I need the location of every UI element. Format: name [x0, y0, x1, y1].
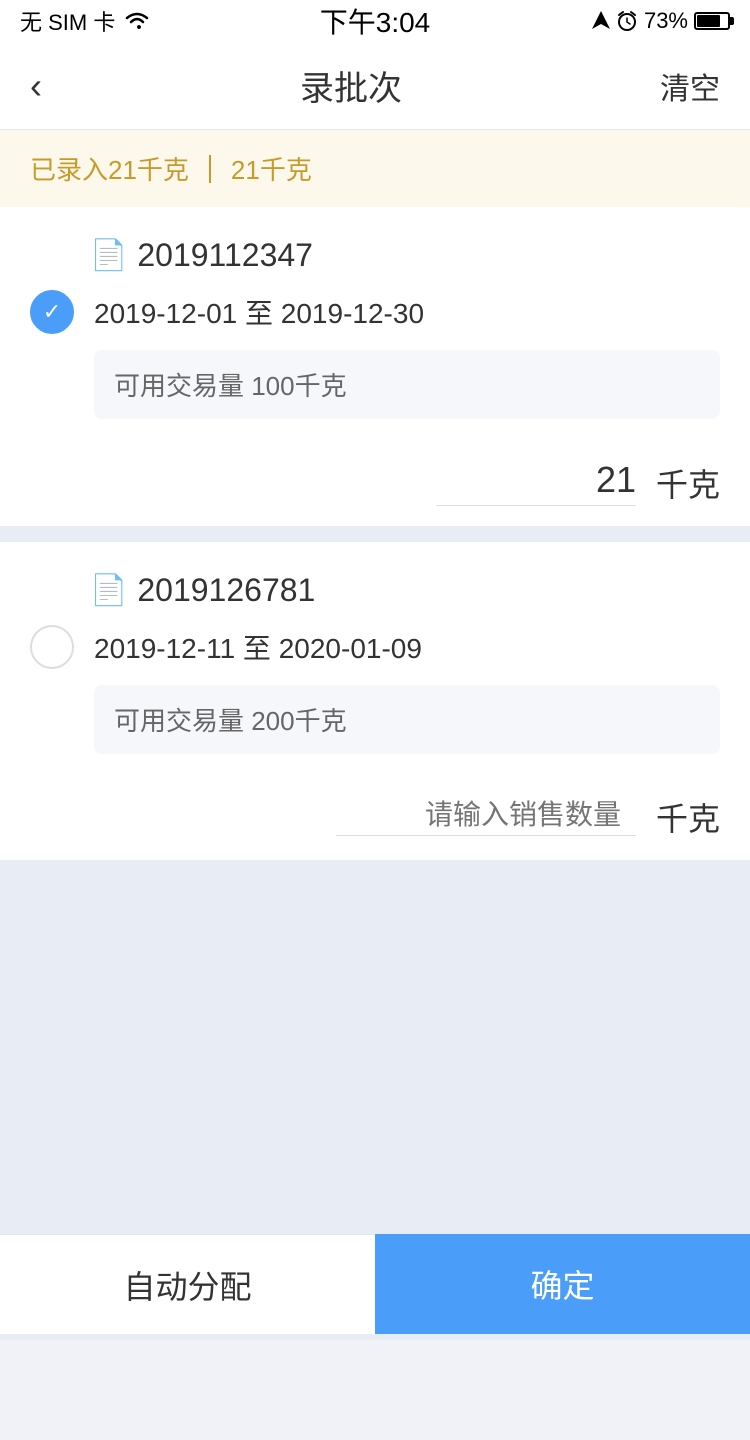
batch-radio-1[interactable]: ✓: [30, 290, 74, 334]
clear-button[interactable]: 清空: [660, 64, 720, 108]
amount-value-1: 21: [596, 459, 636, 501]
batch-id-text-2: 2019126781: [137, 572, 315, 609]
recorded-label: 已录入21千克: [30, 150, 189, 187]
batch-item-1: 📄 2019112347 ✓ 2019-12-01 至 2019-12-30 可…: [0, 207, 750, 439]
batch-icon-2: 📄: [90, 573, 127, 608]
status-bar: 无 SIM 卡 下午3:04 73%: [0, 0, 750, 42]
batch-id-row-1: 📄 2019112347: [90, 237, 720, 274]
amount-row-1: 21 千克: [0, 439, 750, 526]
battery-percent: 73%: [644, 8, 688, 34]
wifi-icon: [123, 11, 151, 31]
input-wrapper-2: [336, 799, 636, 836]
bottom-bar: 自动分配 确定: [0, 1234, 750, 1334]
batch-id-row-2: 📄 2019126781: [90, 572, 720, 609]
batch-available-1: 可用交易量 100千克: [94, 350, 720, 419]
status-left: 无 SIM 卡: [20, 5, 151, 37]
batch-id-text-1: 2019112347: [137, 237, 313, 274]
available-text-1: 可用交易量 100千克: [114, 371, 347, 401]
batch-card-2: 📄 2019126781 2019-12-11 至 2020-01-09 可用交…: [0, 542, 750, 860]
batch-date-row-2: 2019-12-11 至 2020-01-09: [30, 625, 720, 669]
location-icon: [592, 11, 610, 31]
page-title: 录批次: [300, 61, 402, 110]
input-line-2: [336, 835, 636, 836]
status-time: 下午3:04: [320, 1, 431, 41]
batch-date-2: 2019-12-11 至 2020-01-09: [94, 627, 422, 667]
carrier-text: 无 SIM 卡: [20, 5, 115, 37]
separator-1: [0, 526, 750, 542]
confirm-button[interactable]: 确定: [375, 1234, 750, 1334]
batch-radio-2[interactable]: [30, 625, 74, 669]
batch-card-1: 📄 2019112347 ✓ 2019-12-01 至 2019-12-30 可…: [0, 207, 750, 526]
battery-icon: [694, 12, 730, 30]
input-row-2: 千克: [0, 774, 750, 860]
available-text-2: 可用交易量 200千克: [114, 706, 347, 736]
batch-date-1: 2019-12-01 至 2019-12-30: [94, 292, 424, 332]
alarm-icon: [616, 10, 638, 32]
back-button[interactable]: ‹: [30, 65, 42, 107]
input-unit-2: 千克: [656, 794, 720, 840]
amount-wrapper-1: 21: [436, 459, 636, 506]
batch-available-2: 可用交易量 200千克: [94, 685, 720, 754]
amount-line-1: [436, 505, 636, 506]
nav-bar: ‹ 录批次 清空: [0, 42, 750, 130]
amount-unit-1: 千克: [656, 460, 720, 506]
batch-date-row-1: ✓ 2019-12-01 至 2019-12-30: [30, 290, 720, 334]
banner-divider: [209, 155, 211, 183]
info-banner: 已录入21千克 21千克: [0, 130, 750, 207]
status-right: 73%: [592, 8, 730, 34]
quantity-input-2[interactable]: [336, 799, 636, 831]
recorded-value: 21千克: [231, 150, 312, 187]
batch-icon-1: 📄: [90, 238, 127, 273]
check-icon-1: ✓: [43, 299, 61, 325]
batch-item-2: 📄 2019126781 2019-12-11 至 2020-01-09 可用交…: [0, 542, 750, 774]
auto-distribute-button[interactable]: 自动分配: [0, 1234, 375, 1334]
